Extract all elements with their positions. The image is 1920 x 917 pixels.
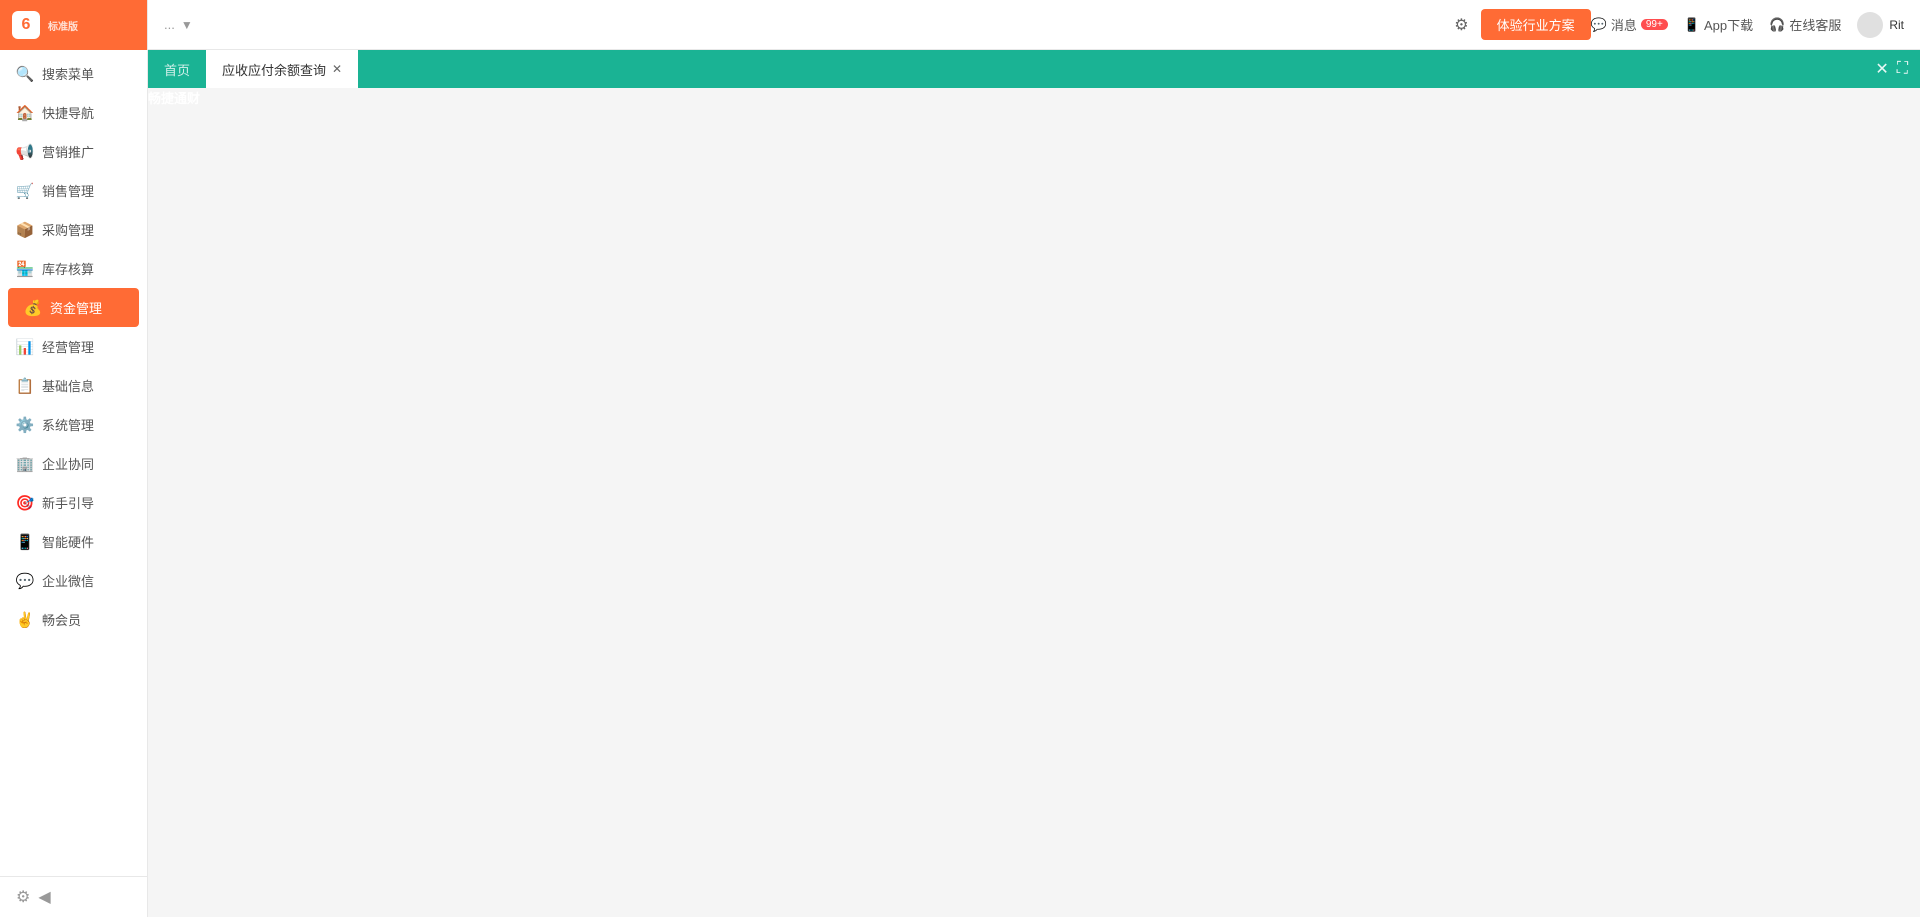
hardware-icon: 📱 (16, 533, 34, 551)
tab-bar: 首页 应收应付余额查询 ✕ ✕ ⛶ (148, 50, 1920, 88)
inventory-icon: 🏪 (16, 260, 34, 278)
sidebar-item-inventory[interactable]: 🏪 库存核算 (0, 249, 147, 288)
sidebar-item-hardware[interactable]: 📱 智能硬件 (0, 522, 147, 561)
tab-close-window-icon[interactable]: ✕ (1875, 59, 1888, 79)
sidebar-item-basic-info[interactable]: 📋 基础信息 (0, 366, 147, 405)
sidebar-footer: ⚙ ◀ (0, 876, 147, 917)
tab-home[interactable]: 首页 (148, 50, 206, 88)
sidebar-item-wechat[interactable]: 💬 企业微信 (0, 561, 147, 600)
tab-accounts[interactable]: 应收应付余额查询 ✕ (206, 50, 358, 88)
search-icon: 🔍 (16, 65, 34, 83)
sidebar-nav: 🔍 搜索菜单 🏠 快捷导航 📢 营销推广 🛒 销售管理 📦 采购管理 🏪 库存核… (0, 50, 147, 876)
service-action[interactable]: 🎧 在线客服 (1769, 15, 1841, 34)
service-icon: 🎧 (1769, 17, 1785, 33)
sidebar-item-search[interactable]: 🔍 搜索菜单 (0, 54, 147, 93)
tab-expand-icon[interactable]: ⛶ (1897, 60, 1908, 78)
app-download-action[interactable]: 📱 App下载 (1684, 15, 1753, 34)
header-settings-icon[interactable]: ⚙ (1454, 15, 1468, 35)
member-icon: ✌️ (16, 611, 34, 629)
home-icon: 🏠 (16, 104, 34, 122)
breadcrumb: ... ▼ (164, 17, 1442, 32)
sidebar: 6 畅捷通财 标准版 🔍 搜索菜单 🏠 快捷导航 📢 营销推广 🛒 销售管理 📦… (0, 0, 148, 917)
wechat-icon: 💬 (16, 572, 34, 590)
purchase-icon: 📦 (16, 221, 34, 239)
sidebar-item-operations[interactable]: 📊 经营管理 (0, 327, 147, 366)
promo-button[interactable]: 体验行业方案 (1481, 9, 1591, 40)
sidebar-settings-icon[interactable]: ⚙ (16, 887, 30, 907)
app-icon: 📱 (1684, 17, 1700, 33)
sidebar-logo: 6 畅捷通财 标准版 (0, 0, 147, 50)
sidebar-item-member[interactable]: ✌️ 畅会员 (0, 600, 147, 639)
sidebar-item-system[interactable]: ⚙️ 系统管理 (0, 405, 147, 444)
user-profile[interactable]: Rit (1857, 12, 1904, 38)
logo-icon: 6 (12, 11, 40, 39)
message-action[interactable]: 💬 消息 99+ (1591, 15, 1668, 34)
operations-icon: 📊 (16, 338, 34, 356)
tab-close-icon[interactable]: ✕ (332, 62, 342, 76)
sidebar-item-marketing[interactable]: 📢 营销推广 (0, 132, 147, 171)
sidebar-item-finance[interactable]: 💰 资金管理 (8, 288, 139, 327)
marketing-icon: 📢 (16, 143, 34, 161)
avatar (1857, 12, 1883, 38)
basic-info-icon: 📋 (16, 377, 34, 395)
finance-icon: 💰 (24, 299, 42, 317)
tab-controls: ✕ ⛶ (1863, 59, 1920, 79)
system-icon: ⚙️ (16, 416, 34, 434)
enterprise-icon: 🏢 (16, 455, 34, 473)
header-actions: 💬 消息 99+ 📱 App下载 🎧 在线客服 Rit (1591, 12, 1904, 38)
message-icon: 💬 (1591, 17, 1607, 33)
sales-icon: 🛒 (16, 182, 34, 200)
sidebar-item-sales[interactable]: 🛒 销售管理 (0, 171, 147, 210)
sidebar-item-guide[interactable]: 🎯 新手引导 (0, 483, 147, 522)
logo-text: 畅捷通财 标准版 (48, 18, 78, 33)
sidebar-collapse-icon[interactable]: ◀ (38, 887, 50, 907)
breadcrumb-chevron-icon: ▼ (181, 18, 193, 32)
guide-icon: 🎯 (16, 494, 34, 512)
sidebar-item-enterprise[interactable]: 🏢 企业协同 (0, 444, 147, 483)
sidebar-item-quick-nav[interactable]: 🏠 快捷导航 (0, 93, 147, 132)
header: ... ▼ ⚙ 体验行业方案 💬 消息 99+ 📱 App下载 🎧 在线客服 R… (148, 0, 1920, 50)
sidebar-item-purchase[interactable]: 📦 采购管理 (0, 210, 147, 249)
